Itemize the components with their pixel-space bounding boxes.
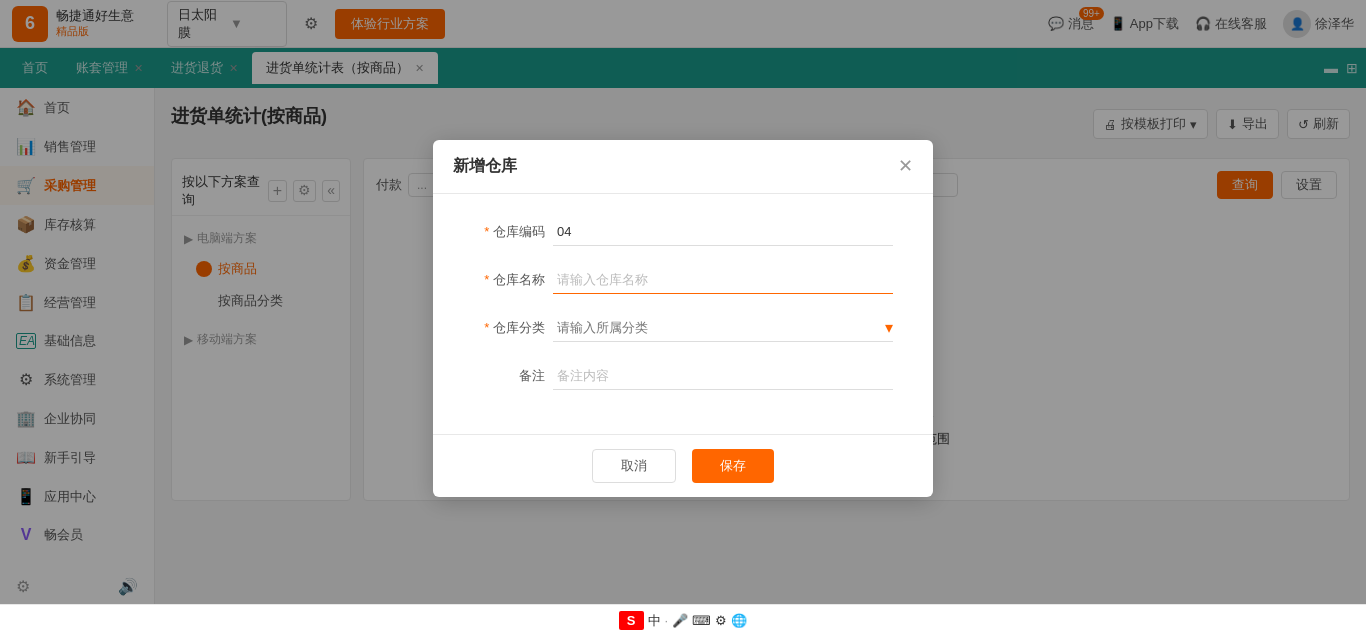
remark-label: 备注 <box>473 367 553 385</box>
new-warehouse-dialog: 新增仓库 ✕ 仓库编码 仓库名称 仓库分类 ▾ <box>433 140 933 497</box>
dialog-title: 新增仓库 <box>453 156 517 177</box>
remark-row: 备注 <box>473 362 893 390</box>
cancel-button[interactable]: 取消 <box>592 449 676 483</box>
warehouse-category-input[interactable] <box>553 314 885 341</box>
dialog-close-button[interactable]: ✕ <box>898 157 913 175</box>
dot-separator: · <box>665 613 669 628</box>
dialog-body: 仓库编码 仓库名称 仓库分类 ▾ 备注 <box>433 194 933 434</box>
status-bar: S 中 · 🎤 ⌨ ⚙ 🌐 <box>0 604 1366 636</box>
dialog-footer: 取消 保存 <box>433 434 933 497</box>
warehouse-name-label: 仓库名称 <box>473 271 553 289</box>
warehouse-code-label: 仓库编码 <box>473 223 553 241</box>
lang-icon[interactable]: 🌐 <box>731 613 747 628</box>
sougou-logo: S <box>619 611 644 630</box>
warehouse-category-label: 仓库分类 <box>473 319 553 337</box>
warehouse-category-select[interactable]: ▾ <box>553 314 893 342</box>
dialog-header: 新增仓库 ✕ <box>433 140 933 194</box>
save-button[interactable]: 保存 <box>692 449 774 483</box>
warehouse-name-row: 仓库名称 <box>473 266 893 294</box>
remark-input[interactable] <box>553 362 893 390</box>
settings-bottom-icon[interactable]: ⚙ <box>715 613 727 628</box>
zh-label[interactable]: 中 <box>648 612 661 630</box>
warehouse-code-row: 仓库编码 <box>473 218 893 246</box>
warehouse-category-row: 仓库分类 ▾ <box>473 314 893 342</box>
mic-icon[interactable]: 🎤 <box>672 613 688 628</box>
modal-overlay: 新增仓库 ✕ 仓库编码 仓库名称 仓库分类 ▾ <box>0 0 1366 636</box>
category-dropdown-icon[interactable]: ▾ <box>885 318 893 337</box>
keyboard-icon[interactable]: ⌨ <box>692 613 711 628</box>
warehouse-name-input[interactable] <box>553 266 893 294</box>
warehouse-code-input[interactable] <box>553 218 893 246</box>
